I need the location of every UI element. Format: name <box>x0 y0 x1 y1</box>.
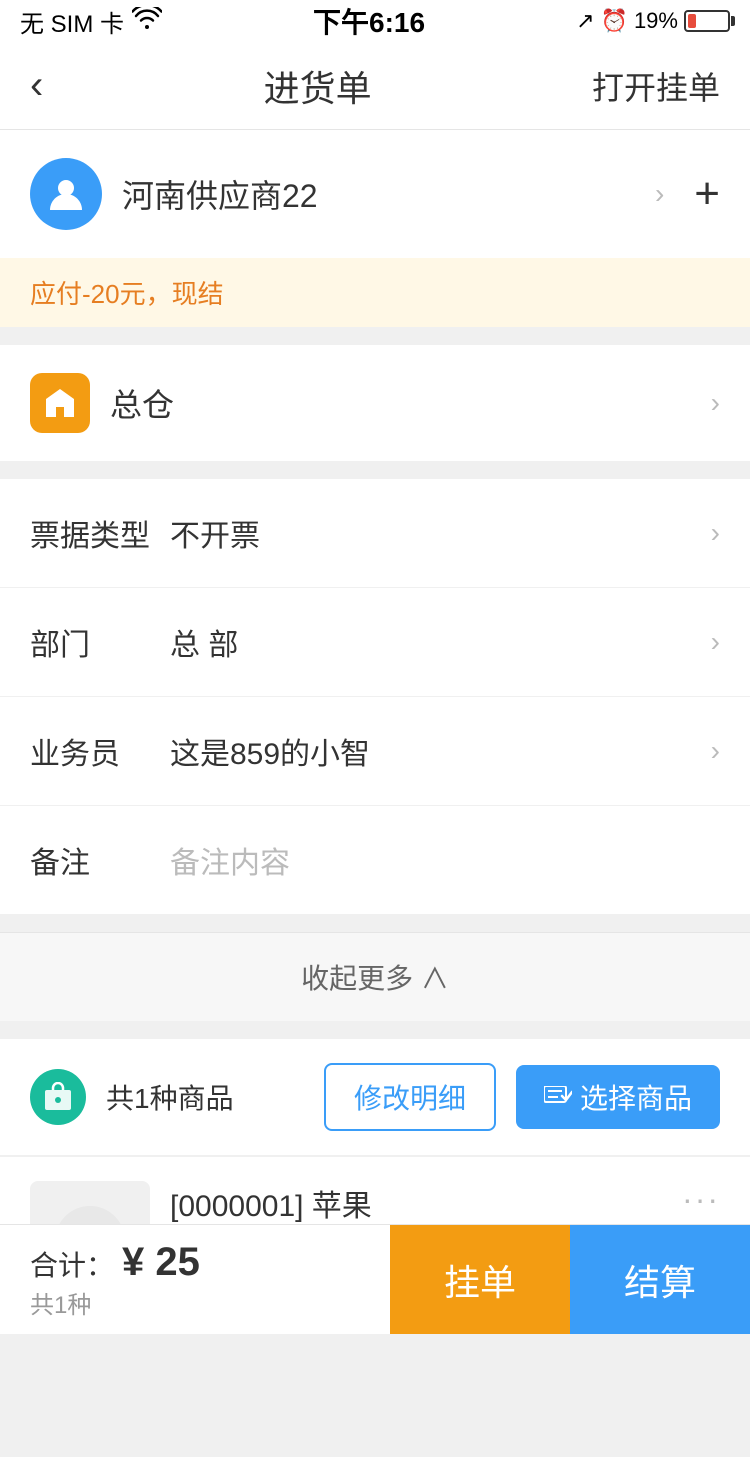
warehouse-name: 总仓 <box>110 380 711 426</box>
product-title: 苹果 <box>312 1190 372 1223</box>
checkout-label: 结算 <box>624 1254 696 1306</box>
department-label: 部门 <box>30 620 170 664</box>
supplier-chevron: › <box>655 178 664 210</box>
battery-percent: 19% <box>634 8 678 34</box>
checkout-button[interactable]: 结算 <box>570 1225 750 1334</box>
sales-chevron: › <box>711 735 720 767</box>
total-amount: ¥ 25 <box>122 1240 200 1285</box>
total-count: 共1种 <box>30 1292 91 1319</box>
remark-label: 备注 <box>30 838 170 882</box>
bottom-bar: 合计： ¥ 25 共1种 挂单 结算 <box>0 1224 750 1334</box>
product-more-button[interactable]: ··· <box>682 1181 720 1218</box>
products-icon <box>30 1069 86 1125</box>
warehouse-section: 总仓 › <box>0 345 750 461</box>
add-supplier-button[interactable]: + <box>694 169 720 219</box>
status-left: 无 SIM 卡 <box>20 4 162 39</box>
notice-text: 应付-20元，现结 <box>30 279 224 309</box>
sales-value: 这是859的小智 <box>170 729 711 773</box>
product-name: [0000001] 苹果 <box>170 1181 662 1225</box>
ticket-type-label: 票据类型 <box>30 511 170 555</box>
wifi-icon <box>132 7 162 36</box>
alarm-icon: ⏰ <box>601 8 628 34</box>
warehouse-chevron: › <box>711 387 720 419</box>
total-section: 合计： ¥ 25 共1种 <box>0 1225 390 1334</box>
battery-icon <box>684 10 730 32</box>
notice-bar: 应付-20元，现结 <box>0 258 750 327</box>
battery-fill <box>688 14 696 28</box>
supplier-name: 河南供应商22 <box>122 171 655 217</box>
total-count-row: 共1种 <box>30 1285 360 1320</box>
collapse-label: 收起更多 ∧ <box>301 963 449 994</box>
warehouse-row[interactable]: 总仓 › <box>0 345 750 461</box>
remark-row[interactable]: 备注 备注内容 <box>0 806 750 914</box>
remark-input[interactable]: 备注内容 <box>170 838 720 882</box>
nav-bar: ‹ 进货单 打开挂单 <box>0 42 750 130</box>
hang-order-button[interactable]: 挂单 <box>390 1225 570 1334</box>
status-bar: 无 SIM 卡 下午6:16 ↗ ⏰ 19% <box>0 0 750 42</box>
hang-label: 挂单 <box>444 1254 516 1306</box>
department-value: 总 部 <box>170 620 711 664</box>
warehouse-icon <box>30 373 90 433</box>
products-header: 共1种商品 修改明细 选择商品 <box>0 1039 750 1155</box>
total-label: 合计： <box>30 1244 114 1284</box>
select-product-label: 选择商品 <box>580 1077 692 1117</box>
form-section: 票据类型 不开票 › 部门 总 部 › 业务员 这是859的小智 › 备注 备注… <box>0 479 750 914</box>
department-row[interactable]: 部门 总 部 › <box>0 588 750 697</box>
status-time: 下午6:16 <box>313 1 425 41</box>
ticket-type-chevron: › <box>711 517 720 549</box>
modify-detail-button[interactable]: 修改明细 <box>324 1063 496 1131</box>
collapse-button[interactable]: 收起更多 ∧ <box>0 932 750 1021</box>
supplier-section: 河南供应商22 › + 应付-20元，现结 <box>0 130 750 327</box>
sales-row[interactable]: 业务员 这是859的小智 › <box>0 697 750 806</box>
supplier-avatar <box>30 158 102 230</box>
department-chevron: › <box>711 626 720 658</box>
location-icon: ↗ <box>576 8 594 34</box>
back-button[interactable]: ‹ <box>30 63 43 108</box>
status-right: ↗ ⏰ 19% <box>576 8 730 34</box>
ticket-type-value: 不开票 <box>170 511 711 555</box>
total-amount-row: 合计： ¥ 25 <box>30 1240 360 1285</box>
page-title: 进货单 <box>264 60 372 112</box>
carrier-label: 无 SIM 卡 <box>20 4 124 39</box>
product-code: [0000001] <box>170 1190 312 1223</box>
bottom-spacer <box>0 1327 750 1457</box>
select-product-button[interactable]: 选择商品 <box>516 1065 720 1129</box>
products-count: 共1种商品 <box>106 1077 304 1117</box>
ticket-type-row[interactable]: 票据类型 不开票 › <box>0 479 750 588</box>
supplier-row[interactable]: 河南供应商22 › + <box>0 130 750 258</box>
sales-label: 业务员 <box>30 729 170 773</box>
open-pending-button[interactable]: 打开挂单 <box>592 63 720 109</box>
